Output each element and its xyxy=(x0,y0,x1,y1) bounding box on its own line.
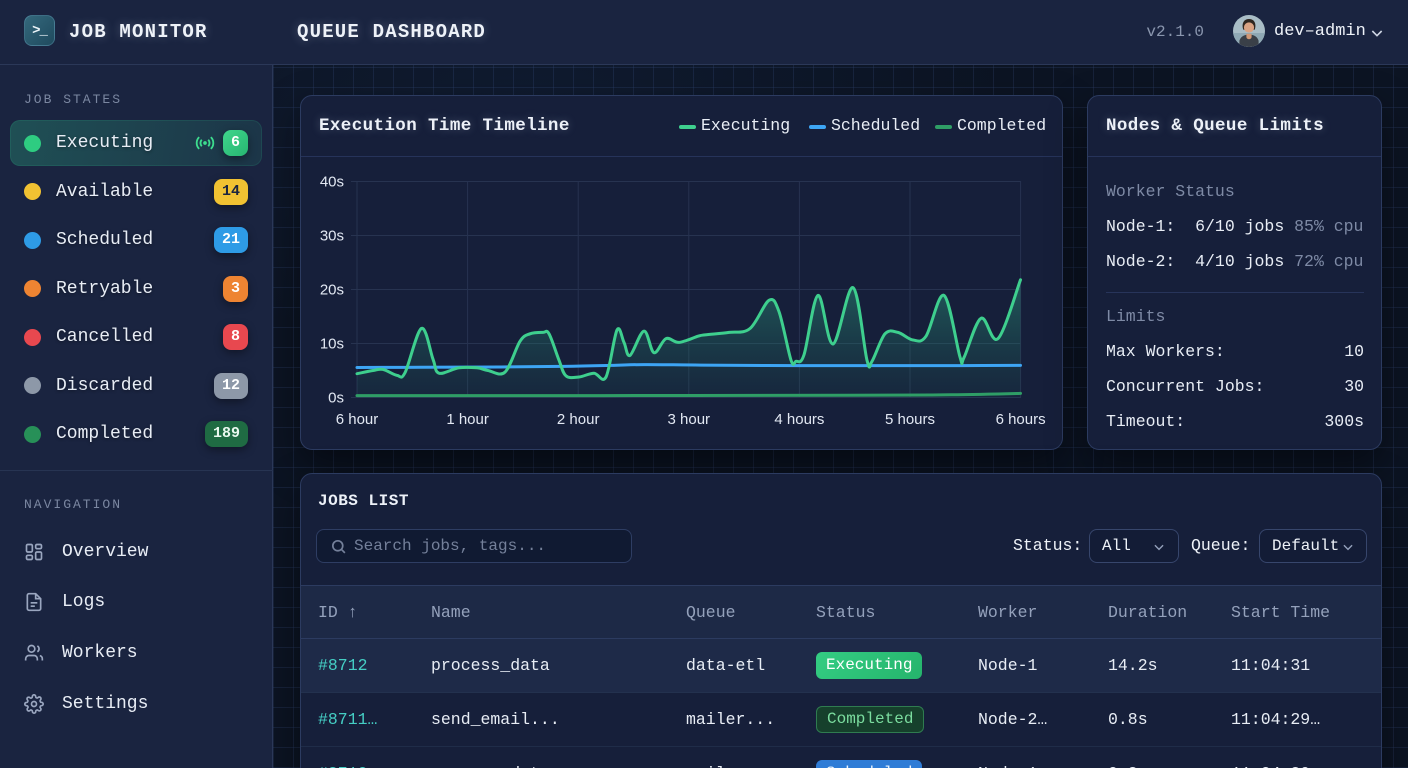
svg-text:3 hour: 3 hour xyxy=(668,411,711,428)
svg-text:6 hours: 6 hours xyxy=(996,411,1046,428)
svg-text:20s: 20s xyxy=(320,282,344,299)
svg-text:10s: 10s xyxy=(320,336,344,353)
svg-text:1 hour: 1 hour xyxy=(446,411,489,428)
svg-text:30s: 30s xyxy=(320,228,344,245)
svg-text:5 hours: 5 hours xyxy=(885,411,935,428)
svg-text:2 hour: 2 hour xyxy=(557,411,600,428)
svg-text:4 hours: 4 hours xyxy=(774,411,824,428)
svg-text:6 hour: 6 hour xyxy=(336,411,379,428)
svg-text:40s: 40s xyxy=(320,174,344,191)
svg-text:0s: 0s xyxy=(328,390,344,407)
